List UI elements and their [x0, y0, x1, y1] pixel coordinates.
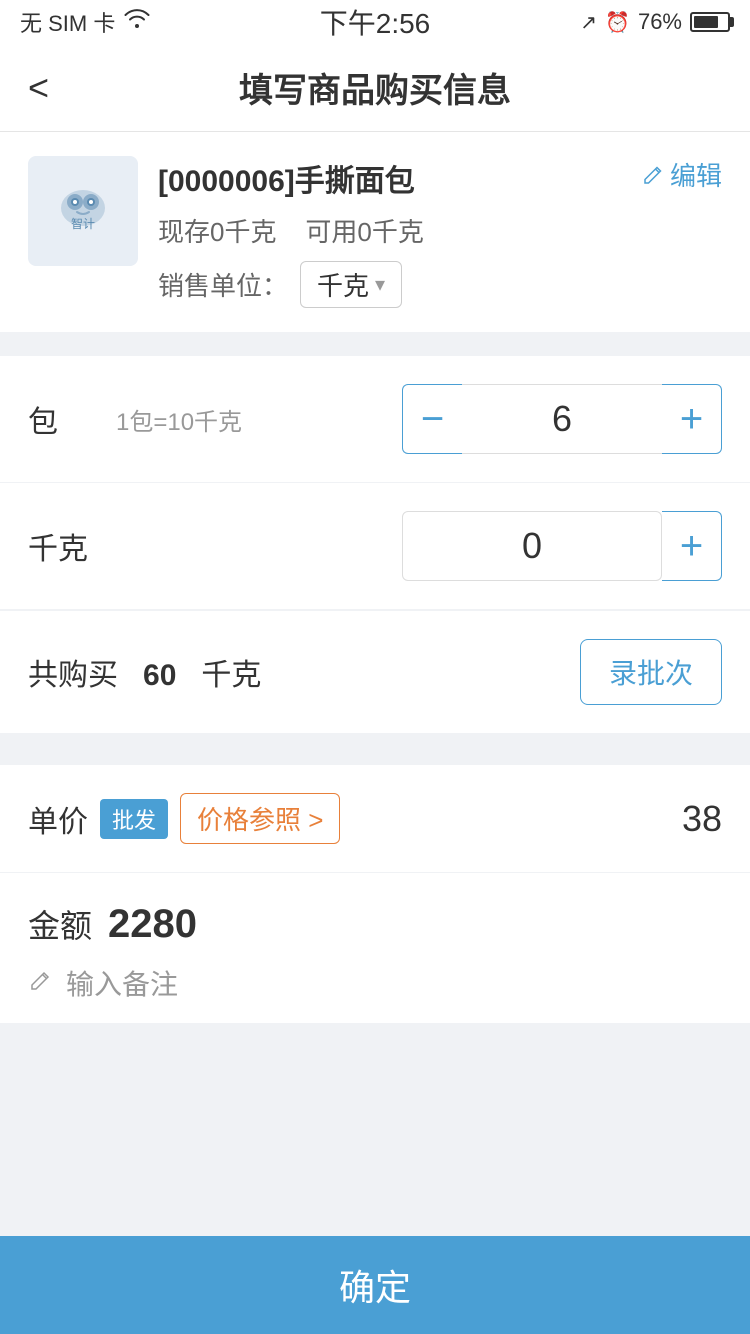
page-title: 填写商品购买信息 [239, 63, 511, 112]
kg-quantity-input[interactable] [402, 511, 662, 581]
price-section: 单价 批发 价格参照 > 38 [0, 765, 750, 873]
price-type-badge: 批发 [100, 799, 168, 839]
unit-label: 销售单位： [158, 266, 288, 303]
carrier-text: 无 SIM 卡 [20, 6, 115, 38]
kg-increase-button[interactable]: + [662, 511, 722, 581]
total-row: 共购买 60 千克 录批次 [0, 610, 750, 733]
kg-label: 千克 [28, 524, 108, 568]
battery-percent: 76% [638, 9, 682, 35]
location-icon: ↗ [580, 10, 597, 35]
edit-label: 编辑 [670, 156, 722, 193]
nav-bar: < 填写商品购买信息 [0, 44, 750, 132]
pack-quantity-input[interactable] [462, 384, 662, 454]
product-image: 智计 [28, 156, 138, 266]
confirm-button[interactable]: 确定 [0, 1236, 750, 1334]
status-left: 无 SIM 卡 [20, 6, 151, 38]
status-bar: 无 SIM 卡 下午2:56 ↗ ⏰ 76% [0, 0, 750, 44]
unit-dropdown[interactable]: 千克 ▾ [300, 261, 402, 308]
pack-quantity-row: 包 1包=10千克 − + [0, 356, 750, 483]
total-amount: 60 [143, 659, 176, 692]
product-card: 智计 [0000006]手撕面包 编辑 现存0千克 可用0千克 销售单位： [0, 132, 750, 340]
divider-1 [0, 340, 750, 356]
kg-quantity-row: 千克 + [0, 483, 750, 610]
amount-row: 金额 2280 [28, 901, 722, 947]
status-time: 下午2:56 [320, 2, 431, 42]
kg-quantity-control: + [402, 511, 722, 581]
remark-row[interactable]: 输入备注 [28, 963, 722, 1003]
price-reference-button[interactable]: 价格参照 > [180, 793, 340, 844]
unit-value: 千克 [317, 266, 369, 303]
status-right: ↗ ⏰ 76% [580, 9, 730, 35]
wifi-icon [123, 8, 151, 37]
quantity-section: 包 1包=10千克 − + 千克 + 共购买 60 千克 录批次 [0, 356, 750, 733]
divider-2 [0, 733, 750, 749]
pack-decrease-button[interactable]: − [402, 384, 462, 454]
price-value: 38 [682, 798, 722, 840]
amount-section: 金额 2280 输入备注 [0, 873, 750, 1031]
pack-increase-button[interactable]: + [662, 384, 722, 454]
amount-label: 金额 [28, 901, 92, 947]
product-name-row: [0000006]手撕面包 编辑 [158, 156, 722, 200]
svg-text:智计: 智计 [71, 216, 95, 230]
pencil-icon [28, 967, 54, 1000]
pack-label: 包 [28, 397, 108, 441]
price-label: 单价 [28, 797, 88, 841]
product-logo: 智计 [53, 180, 113, 242]
product-stock: 现存0千克 可用0千克 [158, 212, 722, 249]
edit-button[interactable]: 编辑 [642, 156, 722, 193]
battery-fill [694, 16, 718, 28]
total-text: 共购买 60 千克 [28, 650, 261, 694]
dropdown-arrow-icon: ▾ [375, 272, 385, 297]
batch-button[interactable]: 录批次 [580, 639, 722, 705]
remark-placeholder: 输入备注 [66, 963, 178, 1003]
pack-quantity-control: − + [402, 384, 722, 454]
product-unit-row: 销售单位： 千克 ▾ [158, 261, 722, 308]
battery-icon [690, 12, 730, 32]
back-button[interactable]: < [28, 67, 49, 109]
product-name: [0000006]手撕面包 [158, 156, 415, 200]
product-info: [0000006]手撕面包 编辑 现存0千克 可用0千克 销售单位： 千克 ▾ [158, 156, 722, 308]
alarm-icon: ⏰ [605, 10, 630, 35]
amount-value: 2280 [108, 902, 197, 947]
pack-hint: 1包=10千克 [116, 402, 402, 437]
